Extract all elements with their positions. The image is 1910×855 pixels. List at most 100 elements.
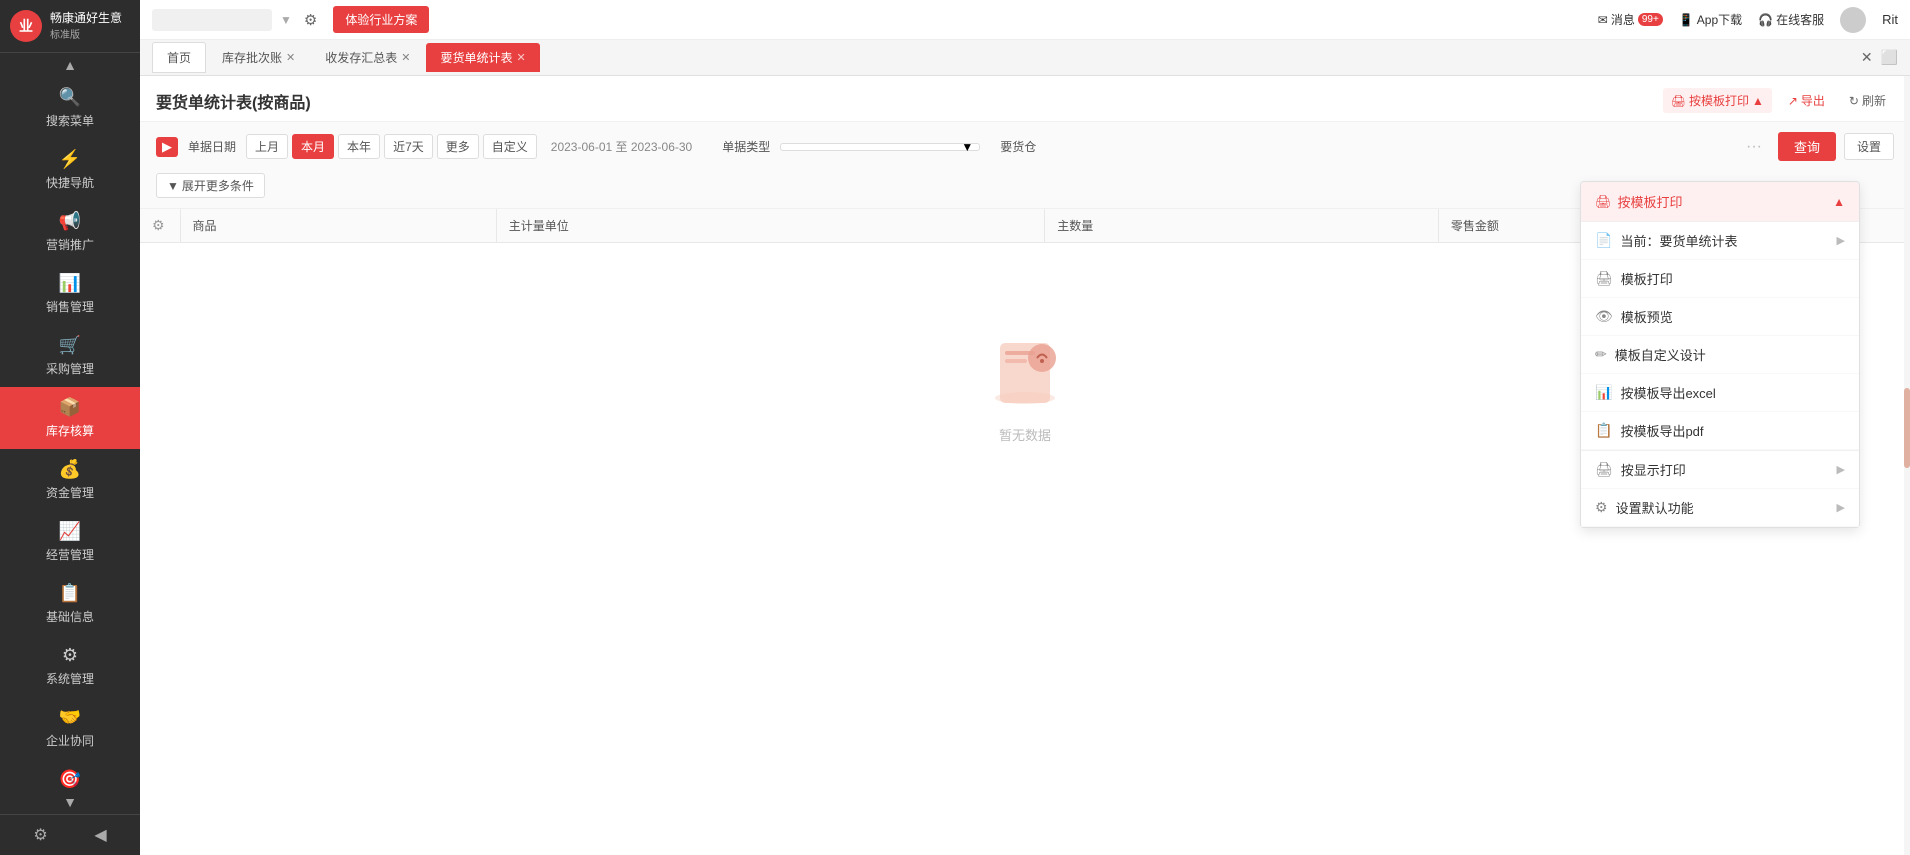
guide-icon: 🎯 [59, 769, 81, 790]
trial-button[interactable]: 体验行业方案 [333, 6, 429, 33]
logo-icon: 业 [10, 10, 42, 42]
dropdown-display-left: 🖨 按显示打印 [1595, 460, 1686, 479]
sidebar-item-system[interactable]: ⚙ 系统管理 [0, 635, 140, 697]
template-design-icon: ✏ [1595, 346, 1607, 363]
dropdown-current-template[interactable]: 📄 当前：要货单统计表 ▶ [1581, 222, 1859, 260]
app-icon: 📱 [1679, 13, 1694, 27]
dropdown-template-preview[interactable]: 👁 模板预览 [1581, 298, 1859, 336]
topbar-search-input[interactable] [152, 9, 272, 31]
sidebar-scroll-up[interactable]: ▲ [0, 53, 140, 77]
settings-button[interactable]: 设置 [1844, 133, 1894, 160]
date-label: 单据日期 [188, 138, 236, 155]
chevron-up-icon: ▲ [1752, 94, 1764, 108]
display-print-arrow: ▶ [1837, 463, 1845, 476]
date-btn-more[interactable]: 更多 [437, 134, 479, 159]
filter-row-1: ▶ 单据日期 上月 本月 本年 近7天 更多 自定义 2023-06-01 至 … [156, 132, 1894, 161]
window-maximize-btn[interactable]: ⬜ [1881, 49, 1898, 66]
chevron-down-icon: ▼ [167, 179, 179, 193]
tab-home[interactable]: 首页 [152, 42, 206, 73]
app-download-btn[interactable]: 📱 App下载 [1679, 11, 1742, 28]
date-btn-last-month[interactable]: 上月 [246, 134, 288, 159]
sidebar-scroll-down[interactable]: ▼ [0, 790, 140, 814]
tab-bar: 首页 库存批次账 ✕ 收发存汇总表 ✕ 要货单统计表 ✕ ✕ ⬜ [140, 40, 1910, 76]
type-select[interactable]: ▼ [780, 143, 980, 151]
tab-close-receipt-summary[interactable]: ✕ [401, 51, 410, 64]
username-label[interactable]: Rit [1882, 12, 1898, 27]
tab-close-order-stats[interactable]: ✕ [517, 51, 526, 64]
dropdown-collapse-icon[interactable]: ▲ [1833, 195, 1845, 209]
tab-close-inventory-batch[interactable]: ✕ [286, 51, 295, 64]
sidebar-item-marketing[interactable]: 📢 营销推广 [0, 201, 140, 263]
tab-order-stats[interactable]: 要货单统计表 ✕ [426, 43, 539, 72]
page-header: 要货单统计表(按商品) 🖨 按模板打印 ▲ ↗ 导出 ↻ 刷新 [140, 76, 1910, 122]
empty-text: 暂无数据 [999, 425, 1051, 444]
dropdown-current-left: 📄 当前：要货单统计表 [1595, 231, 1737, 250]
collapse-icon[interactable]: ◀ [94, 825, 106, 845]
dropdown-printer-icon: 🖨 [1595, 194, 1612, 210]
tab-inventory-batch[interactable]: 库存批次账 ✕ [208, 43, 309, 72]
search-nav-icon: 🔍 [59, 87, 81, 108]
export-btn[interactable]: ↗ 导出 [1780, 88, 1833, 113]
sidebar-nav: 🔍 搜索菜单 ⚡ 快捷导航 📢 营销推广 📊 销售管理 🛒 采购管理 📦 库存核… [0, 77, 140, 790]
set-default-icon: ⚙ [1595, 499, 1608, 516]
expand-conditions-btn[interactable]: ▼ 展开更多条件 [156, 173, 265, 198]
shortcuts-icon: ⚡ [59, 149, 81, 170]
table-header-goods: 商品 [180, 209, 496, 243]
table-settings-icon[interactable]: ⚙ [152, 217, 165, 233]
current-template-icon: 📄 [1595, 232, 1612, 249]
sidebar-item-basics[interactable]: 📋 基础信息 [0, 573, 140, 635]
filter-action-btns: ··· 查询 设置 [1746, 132, 1894, 161]
sidebar-logo: 业 畅康通好生意 标准版 [0, 0, 140, 53]
sidebar-item-guide[interactable]: 🎯 新手引导 [0, 759, 140, 790]
sidebar-item-sales[interactable]: 📊 销售管理 [0, 263, 140, 325]
set-default-arrow: ▶ [1837, 501, 1845, 514]
type-select-arrow: ▼ [961, 140, 973, 154]
date-btn-7days[interactable]: 近7天 [384, 134, 433, 159]
user-avatar[interactable] [1840, 7, 1866, 33]
online-service-btn[interactable]: 🎧 在线客服 [1758, 11, 1824, 28]
sidebar-item-purchase[interactable]: 🛒 采购管理 [0, 325, 140, 387]
query-button[interactable]: 查询 [1778, 132, 1836, 161]
collab-icon: 🤝 [59, 707, 81, 728]
right-scrollbar[interactable] [1904, 76, 1910, 855]
topbar-right: ✉ 消息 99+ 📱 App下载 🎧 在线客服 Rit [1598, 7, 1898, 33]
chevron-right-icon: ▶ [162, 139, 172, 154]
search-dropdown-arrow[interactable]: ▼ [280, 13, 292, 27]
current-template-arrow: ▶ [1837, 234, 1845, 247]
gear-icon[interactable]: ⚙ [304, 11, 317, 29]
dropdown-display-print[interactable]: 🖨 按显示打印 ▶ [1581, 451, 1859, 489]
settings-bottom-icon[interactable]: ⚙ [33, 825, 47, 845]
goods-label: 要货仓 [1000, 138, 1036, 155]
dropdown-header: 🖨 按模板打印 ▲ [1581, 182, 1859, 222]
dropdown-export-pdf[interactable]: 📋 按模板导出pdf [1581, 412, 1859, 450]
date-btn-this-year[interactable]: 本年 [338, 134, 380, 159]
operations-icon: 📈 [59, 521, 81, 542]
sidebar-item-finance[interactable]: 💰 资金管理 [0, 449, 140, 511]
dropdown-export-excel[interactable]: 📊 按模板导出excel [1581, 374, 1859, 412]
window-controls: ✕ ⬜ [1861, 49, 1898, 66]
sidebar-item-collab[interactable]: 🤝 企业协同 [0, 697, 140, 759]
date-btn-custom[interactable]: 自定义 [483, 134, 537, 159]
dropdown-set-default[interactable]: ⚙ 设置默认功能 ▶ [1581, 489, 1859, 527]
sales-icon: 📊 [59, 273, 81, 294]
scrollbar-thumb [1904, 388, 1910, 468]
refresh-btn[interactable]: ↻ 刷新 [1841, 88, 1894, 113]
dropdown-template-print[interactable]: 🖨 模板打印 [1581, 260, 1859, 298]
more-options-icon[interactable]: ··· [1746, 138, 1762, 156]
sidebar-item-inventory[interactable]: 📦 库存核算 [0, 387, 140, 449]
dropdown-template-design[interactable]: ✏ 模板自定义设计 [1581, 336, 1859, 374]
sidebar-item-operations[interactable]: 📈 经营管理 [0, 511, 140, 573]
sidebar-item-search[interactable]: 🔍 搜索菜单 [0, 77, 140, 139]
sidebar-item-shortcuts[interactable]: ⚡ 快捷导航 [0, 139, 140, 201]
filter-expand-arrow[interactable]: ▶ [156, 137, 178, 157]
logo-text: 畅康通好生意 标准版 [50, 11, 122, 42]
tab-receipt-summary[interactable]: 收发存汇总表 ✕ [311, 43, 424, 72]
system-icon: ⚙ [62, 645, 78, 666]
message-btn[interactable]: ✉ 消息 99+ [1598, 11, 1663, 28]
marketing-icon: 📢 [59, 211, 81, 232]
refresh-icon: ↻ [1849, 94, 1859, 108]
print-dropdown-btn[interactable]: 🖨 按模板打印 ▲ [1663, 88, 1772, 113]
date-btn-this-month[interactable]: 本月 [292, 134, 334, 159]
window-close-btn[interactable]: ✕ [1861, 49, 1873, 66]
sidebar: 业 畅康通好生意 标准版 ▲ 🔍 搜索菜单 ⚡ 快捷导航 📢 营销推广 📊 销售… [0, 0, 140, 855]
